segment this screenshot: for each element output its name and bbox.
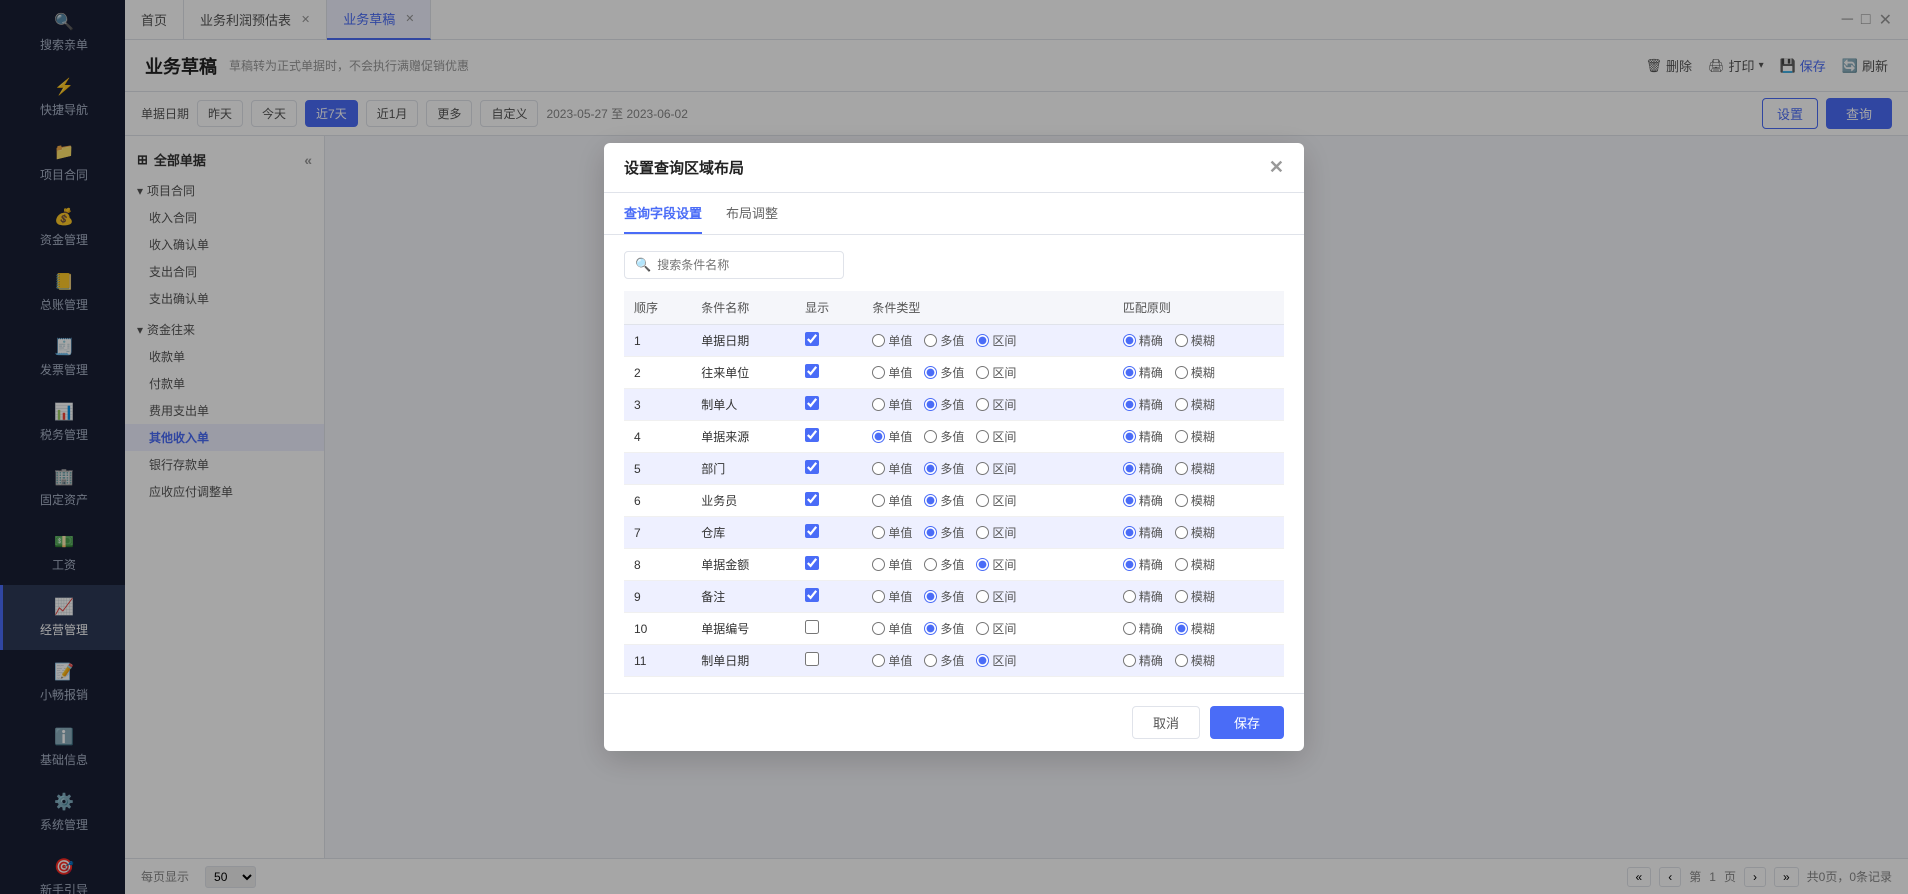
table-row: 8单据金额单值多值区间精确模糊 — [624, 549, 1284, 581]
th-type: 条件类型 — [862, 291, 1113, 325]
visible-checkbox[interactable] — [805, 460, 819, 474]
table-row: 1单据日期单值多值区间精确模糊 — [624, 325, 1284, 357]
table-row: 3制单人单值多值区间精确模糊 — [624, 389, 1284, 421]
visible-checkbox[interactable] — [805, 492, 819, 506]
table-row: 2往来单位单值多值区间精确模糊 — [624, 357, 1284, 389]
visible-checkbox[interactable] — [805, 396, 819, 410]
modal-body: 🔍 顺序 条件名称 显示 条件类型 匹配原则 1单据日期单值多值区间精确模糊2往… — [604, 235, 1304, 693]
modal-search-box[interactable]: 🔍 — [624, 251, 844, 279]
modal-close-button[interactable]: ✕ — [1269, 157, 1284, 178]
table-row: 11制单日期单值多值区间精确模糊 — [624, 645, 1284, 677]
th-order: 顺序 — [624, 291, 691, 325]
modal-tab-query-fields[interactable]: 查询字段设置 — [624, 193, 702, 234]
visible-checkbox[interactable] — [805, 428, 819, 442]
modal-search-icon: 🔍 — [635, 257, 651, 273]
visible-checkbox[interactable] — [805, 364, 819, 378]
modal-header: 设置查询区域布局 ✕ — [604, 143, 1304, 193]
table-row: 4单据来源单值多值区间精确模糊 — [624, 421, 1284, 453]
modal-tabs: 查询字段设置 布局调整 — [604, 193, 1304, 235]
table-row: 5部门单值多值区间精确模糊 — [624, 453, 1284, 485]
table-row: 7仓库单值多值区间精确模糊 — [624, 517, 1284, 549]
modal: 设置查询区域布局 ✕ 查询字段设置 布局调整 🔍 顺序 条件名称 显示 — [604, 143, 1304, 751]
visible-checkbox[interactable] — [805, 524, 819, 538]
modal-overlay: 设置查询区域布局 ✕ 查询字段设置 布局调整 🔍 顺序 条件名称 显示 — [0, 0, 1908, 894]
visible-checkbox[interactable] — [805, 556, 819, 570]
visible-checkbox[interactable] — [805, 652, 819, 666]
table-header-row: 顺序 条件名称 显示 条件类型 匹配原则 — [624, 291, 1284, 325]
table-row: 6业务员单值多值区间精确模糊 — [624, 485, 1284, 517]
modal-search-input[interactable] — [657, 258, 833, 272]
cancel-button[interactable]: 取消 — [1132, 706, 1200, 739]
table-row: 9备注单值多值区间精确模糊 — [624, 581, 1284, 613]
modal-tab-layout[interactable]: 布局调整 — [726, 193, 778, 234]
th-match: 匹配原则 — [1113, 291, 1284, 325]
conditions-table: 顺序 条件名称 显示 条件类型 匹配原则 1单据日期单值多值区间精确模糊2往来单… — [624, 291, 1284, 677]
th-visible: 显示 — [795, 291, 862, 325]
visible-checkbox[interactable] — [805, 332, 819, 346]
table-row: 10单据编号单值多值区间精确模糊 — [624, 613, 1284, 645]
save-button[interactable]: 保存 — [1210, 706, 1284, 739]
modal-footer: 取消 保存 — [604, 693, 1304, 751]
visible-checkbox[interactable] — [805, 588, 819, 602]
visible-checkbox[interactable] — [805, 620, 819, 634]
modal-title: 设置查询区域布局 — [624, 157, 744, 178]
th-name: 条件名称 — [691, 291, 795, 325]
